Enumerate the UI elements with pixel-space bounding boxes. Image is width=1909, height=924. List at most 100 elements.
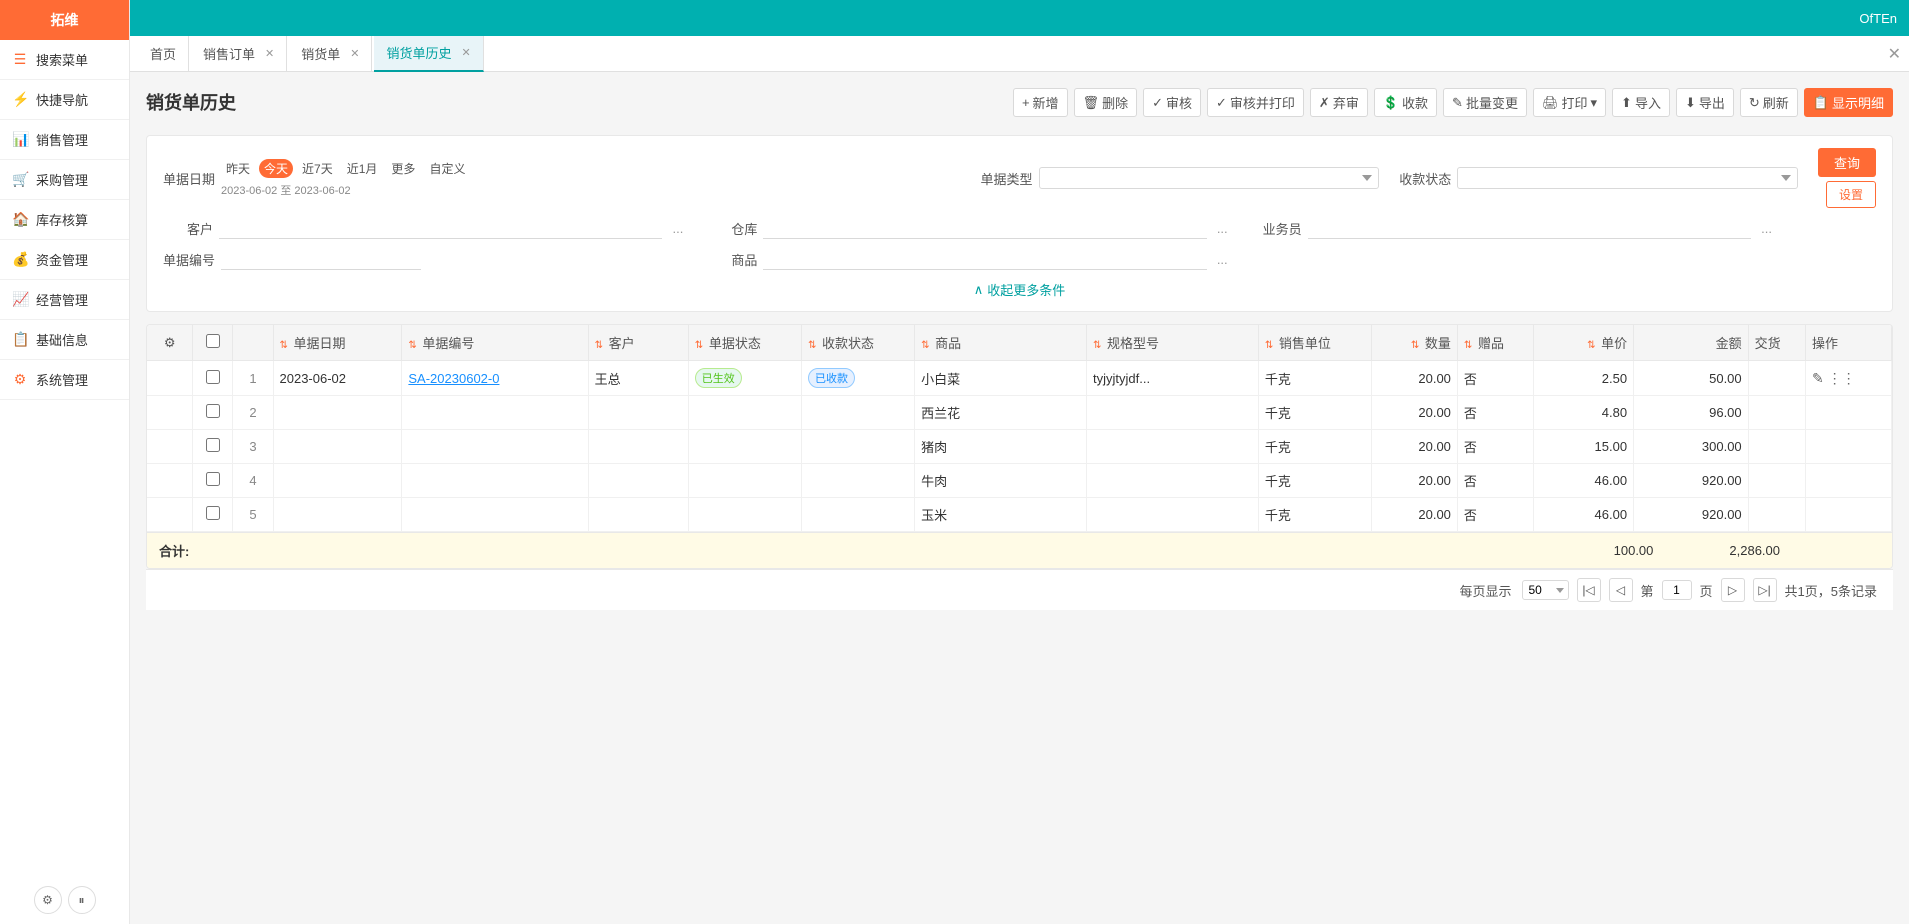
tab-sales-goods[interactable]: 销货单 ✕ [289, 36, 372, 72]
sidebar-item-sales-mgmt[interactable]: 📊 销售管理 [0, 120, 129, 160]
more-icon[interactable]: ⋮⋮ [1828, 370, 1856, 387]
goods-input[interactable] [763, 249, 1206, 270]
warehouse-ellipsis[interactable]: ... [1213, 221, 1232, 236]
col-spec[interactable]: ⇅ 规格型号 [1086, 325, 1258, 361]
date-today[interactable]: 今天 [259, 159, 293, 178]
col-date[interactable]: ⇅ 单据日期 [273, 325, 402, 361]
col-customer[interactable]: ⇅ 客户 [588, 325, 688, 361]
col-gift[interactable]: ⇅ 赠品 [1457, 325, 1533, 361]
basic-info-icon: 📋 [12, 331, 28, 348]
header-ofTEn: OfTEn [1859, 11, 1897, 26]
col-doc-status[interactable]: ⇅ 单据状态 [688, 325, 801, 361]
import-button[interactable]: ⬆ 导入 [1612, 88, 1670, 117]
new-icon: + [1022, 95, 1030, 110]
sidebar-item-basic-info[interactable]: 📋 基础信息 [0, 320, 129, 360]
query-button[interactable]: 查询 [1818, 148, 1876, 177]
tab-sales-history[interactable]: 销货单历史 ✕ [374, 36, 483, 72]
salesman-ellipsis[interactable]: ... [1757, 221, 1776, 236]
goods-ellipsis[interactable]: ... [1213, 252, 1232, 267]
row-checkbox-4[interactable] [206, 506, 220, 520]
row-checkbox-0[interactable] [206, 370, 220, 384]
row-checkbox-2[interactable] [206, 438, 220, 452]
sidebar-settings-btn[interactable]: ⚙ [34, 886, 62, 914]
audit-button[interactable]: ✓ 审核 [1143, 88, 1201, 117]
col-price[interactable]: ⇅ 单价 [1533, 325, 1633, 361]
sidebar: 拓维 ☰ 搜索菜单 ⚡ 快捷导航 📊 销售管理 🛒 采购管理 🏠 库存核算 💰 … [0, 0, 130, 924]
tab-sales-order-close[interactable]: ✕ [265, 47, 274, 60]
refresh-button[interactable]: ↻ 刷新 [1740, 88, 1798, 117]
row-checkbox-1[interactable] [206, 404, 220, 418]
col-action: 操作 [1805, 325, 1891, 361]
date-yesterday[interactable]: 昨天 [221, 159, 255, 178]
new-button[interactable]: + 新增 [1013, 88, 1068, 117]
delete-button[interactable]: 🗑 删除 [1074, 88, 1138, 117]
system-icon: ⚙ [12, 371, 28, 388]
date-custom[interactable]: 自定义 [424, 159, 470, 178]
customer-ellipsis[interactable]: ... [668, 221, 687, 236]
col-qty[interactable]: ⇅ 数量 [1372, 325, 1458, 361]
row-price: 4.80 [1602, 405, 1627, 420]
more-conditions-toggle[interactable]: ∧ 收起更多条件 [163, 280, 1876, 299]
last-page-btn[interactable]: ▷| [1753, 578, 1777, 602]
row-checkbox-3[interactable] [206, 472, 220, 486]
tab-sales-order[interactable]: 销售订单 ✕ [191, 36, 287, 72]
collect-button[interactable]: 💲 收款 [1374, 88, 1437, 117]
col-gear[interactable]: ⚙ [147, 325, 193, 361]
first-page-btn[interactable]: |◁ [1577, 578, 1601, 602]
page-input[interactable] [1662, 580, 1692, 600]
col-no[interactable]: ⇅ 单据编号 [402, 325, 588, 361]
operations-icon: 📈 [12, 291, 28, 308]
select-all-checkbox[interactable] [206, 334, 220, 348]
filter-date-label: 单据日期 [163, 169, 215, 188]
tab-sales-goods-close[interactable]: ✕ [350, 47, 359, 60]
prev-page-btn[interactable]: ◁ [1609, 578, 1633, 602]
salesman-input[interactable] [1308, 218, 1751, 239]
sidebar-item-purchase-mgmt[interactable]: 🛒 采购管理 [0, 160, 129, 200]
purchase-icon: 🛒 [12, 171, 28, 188]
sidebar-item-finance-mgmt[interactable]: 💰 资金管理 [0, 240, 129, 280]
warehouse-input[interactable] [763, 218, 1206, 239]
export-button[interactable]: ⬇ 导出 [1676, 88, 1734, 117]
filter-docno-field: 单据编号 [163, 249, 687, 270]
show-detail-button[interactable]: 📋 显示明细 [1804, 88, 1893, 117]
gear-icon[interactable]: ⚙ [164, 335, 176, 350]
filter-row-3: 单据编号 商品 ... [163, 249, 1876, 270]
sidebar-item-system-mgmt[interactable]: ⚙ 系统管理 [0, 360, 129, 400]
doc-type-select[interactable] [1039, 167, 1380, 189]
set-button[interactable]: 设置 [1826, 181, 1876, 208]
sidebar-item-quick-nav[interactable]: ⚡ 快捷导航 [0, 80, 129, 120]
sidebar-item-search-menu[interactable]: ☰ 搜索菜单 [0, 40, 129, 80]
date-1month[interactable]: 近1月 [342, 159, 383, 178]
sidebar-item-operations-mgmt[interactable]: 📈 经营管理 [0, 280, 129, 320]
row-gift: 否 [1464, 406, 1477, 421]
audit-print-button[interactable]: ✓ 审核并打印 [1207, 88, 1304, 117]
col-goods[interactable]: ⇅ 商品 [915, 325, 1087, 361]
page-size-select[interactable]: 50 100 200 [1522, 580, 1569, 600]
docno-input[interactable] [221, 249, 421, 270]
sidebar-item-inventory[interactable]: 🏠 库存核算 [0, 200, 129, 240]
edit-icon[interactable]: ✎ [1812, 370, 1824, 387]
next-page-btn[interactable]: ▷ [1721, 578, 1745, 602]
sidebar-pause-btn[interactable]: ⏸ [68, 886, 96, 914]
tab-home[interactable]: 首页 [138, 36, 189, 72]
row-pay-status: 已收款 [808, 368, 855, 388]
row-goods: 牛肉 [921, 474, 947, 489]
col-pay-status[interactable]: ⇅ 收款状态 [801, 325, 914, 361]
customer-input[interactable] [219, 218, 662, 239]
date-more[interactable]: 更多 [386, 159, 420, 178]
audit-icon: ✓ [1152, 95, 1163, 111]
print-button[interactable]: 🖨 打印 ▾ [1533, 88, 1606, 117]
col-check[interactable] [193, 325, 233, 361]
filter-salesman-label: 业务员 [1252, 219, 1302, 238]
tabs-close-all[interactable]: ✕ [1888, 44, 1901, 64]
batch-change-button[interactable]: ✎ 批量变更 [1443, 88, 1527, 117]
date-7days[interactable]: 近7天 [297, 159, 338, 178]
tab-sales-history-close[interactable]: ✕ [462, 46, 471, 59]
pay-status-select[interactable] [1457, 167, 1798, 189]
row-price: 15.00 [1595, 439, 1628, 454]
abandon-button[interactable]: ✗ 弃审 [1310, 88, 1368, 117]
row-doc-no[interactable]: SA-20230602-0 [408, 371, 499, 386]
sidebar-item-label: 销售管理 [36, 130, 88, 149]
col-unit[interactable]: ⇅ 销售单位 [1258, 325, 1371, 361]
header-row: 销货单历史 + 新增 🗑 删除 ✓ 审核 ✓ 审核并打印 [146, 88, 1893, 127]
